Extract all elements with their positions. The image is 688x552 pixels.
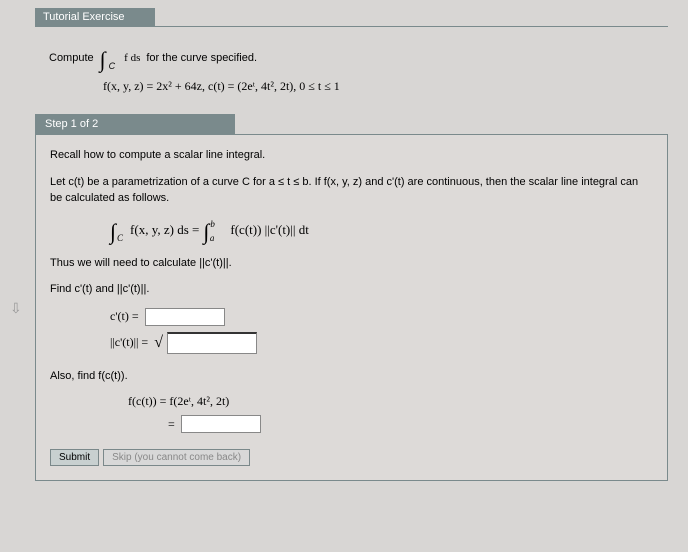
given-equation: f(x, y, z) = 2x² + 64z, c(t) = (2eᵗ, 4t²…: [103, 79, 654, 94]
integral-icon: ∫: [100, 47, 106, 73]
tutorial-header: Tutorial Exercise: [35, 8, 155, 26]
cprime-label: c'(t) =: [110, 309, 139, 324]
page-container: Tutorial Exercise Compute ∫C f ds for th…: [0, 0, 688, 489]
integrand: f ds: [124, 52, 140, 64]
cprime-row: c'(t) =: [110, 308, 653, 326]
equals-label: =: [168, 417, 175, 432]
curve-text: for the curve specified.: [146, 52, 257, 64]
submit-button[interactable]: Submit: [50, 449, 99, 466]
compute-label: Compute: [49, 52, 94, 64]
line-integral-formula: ∫C f(x, y, z) ds = ∫ba f(c(t)) ||c'(t)||…: [110, 217, 653, 243]
norm-label: ||c'(t)|| =: [110, 335, 148, 350]
header-rule: [35, 26, 668, 27]
integral-icon: ∫: [203, 219, 209, 245]
step-header: Step 1 of 2: [35, 114, 235, 134]
norm-row: ||c'(t)|| = √: [110, 332, 653, 354]
sqrt-icon: √: [154, 334, 163, 352]
also-find-text: Also, find f(c(t)).: [50, 368, 653, 385]
fcc-input[interactable]: [181, 415, 261, 433]
problem-statement: Compute ∫C f ds for the curve specified.…: [35, 37, 668, 114]
norm-input[interactable]: [167, 332, 257, 354]
find-text: Find c'(t) and ||c'(t)||.: [50, 281, 653, 298]
cursor-caret: ⇩: [10, 300, 22, 317]
definition-text: Let c(t) be a parametrization of a curve…: [50, 174, 653, 207]
integral-sub-c: C: [117, 233, 123, 243]
cprime-input[interactable]: [145, 308, 225, 326]
integral-sup-b: b: [210, 219, 215, 229]
fcc-equation: f(c(t)) = f(2eᵗ, 4t², 2t): [128, 394, 653, 409]
formula-lhs: f(x, y, z) ds =: [130, 222, 199, 238]
integral-sub: C: [109, 61, 116, 71]
step-box: Recall how to compute a scalar line inte…: [35, 134, 668, 481]
skip-button[interactable]: Skip (you cannot come back): [103, 449, 250, 466]
formula-rhs: f(c(t)) ||c'(t)|| dt: [230, 222, 308, 238]
thus-text: Thus we will need to calculate ||c'(t)||…: [50, 255, 653, 272]
integral-sub-a: a: [210, 233, 215, 243]
integral-icon: ∫: [110, 219, 116, 245]
recall-text: Recall how to compute a scalar line inte…: [50, 147, 653, 164]
